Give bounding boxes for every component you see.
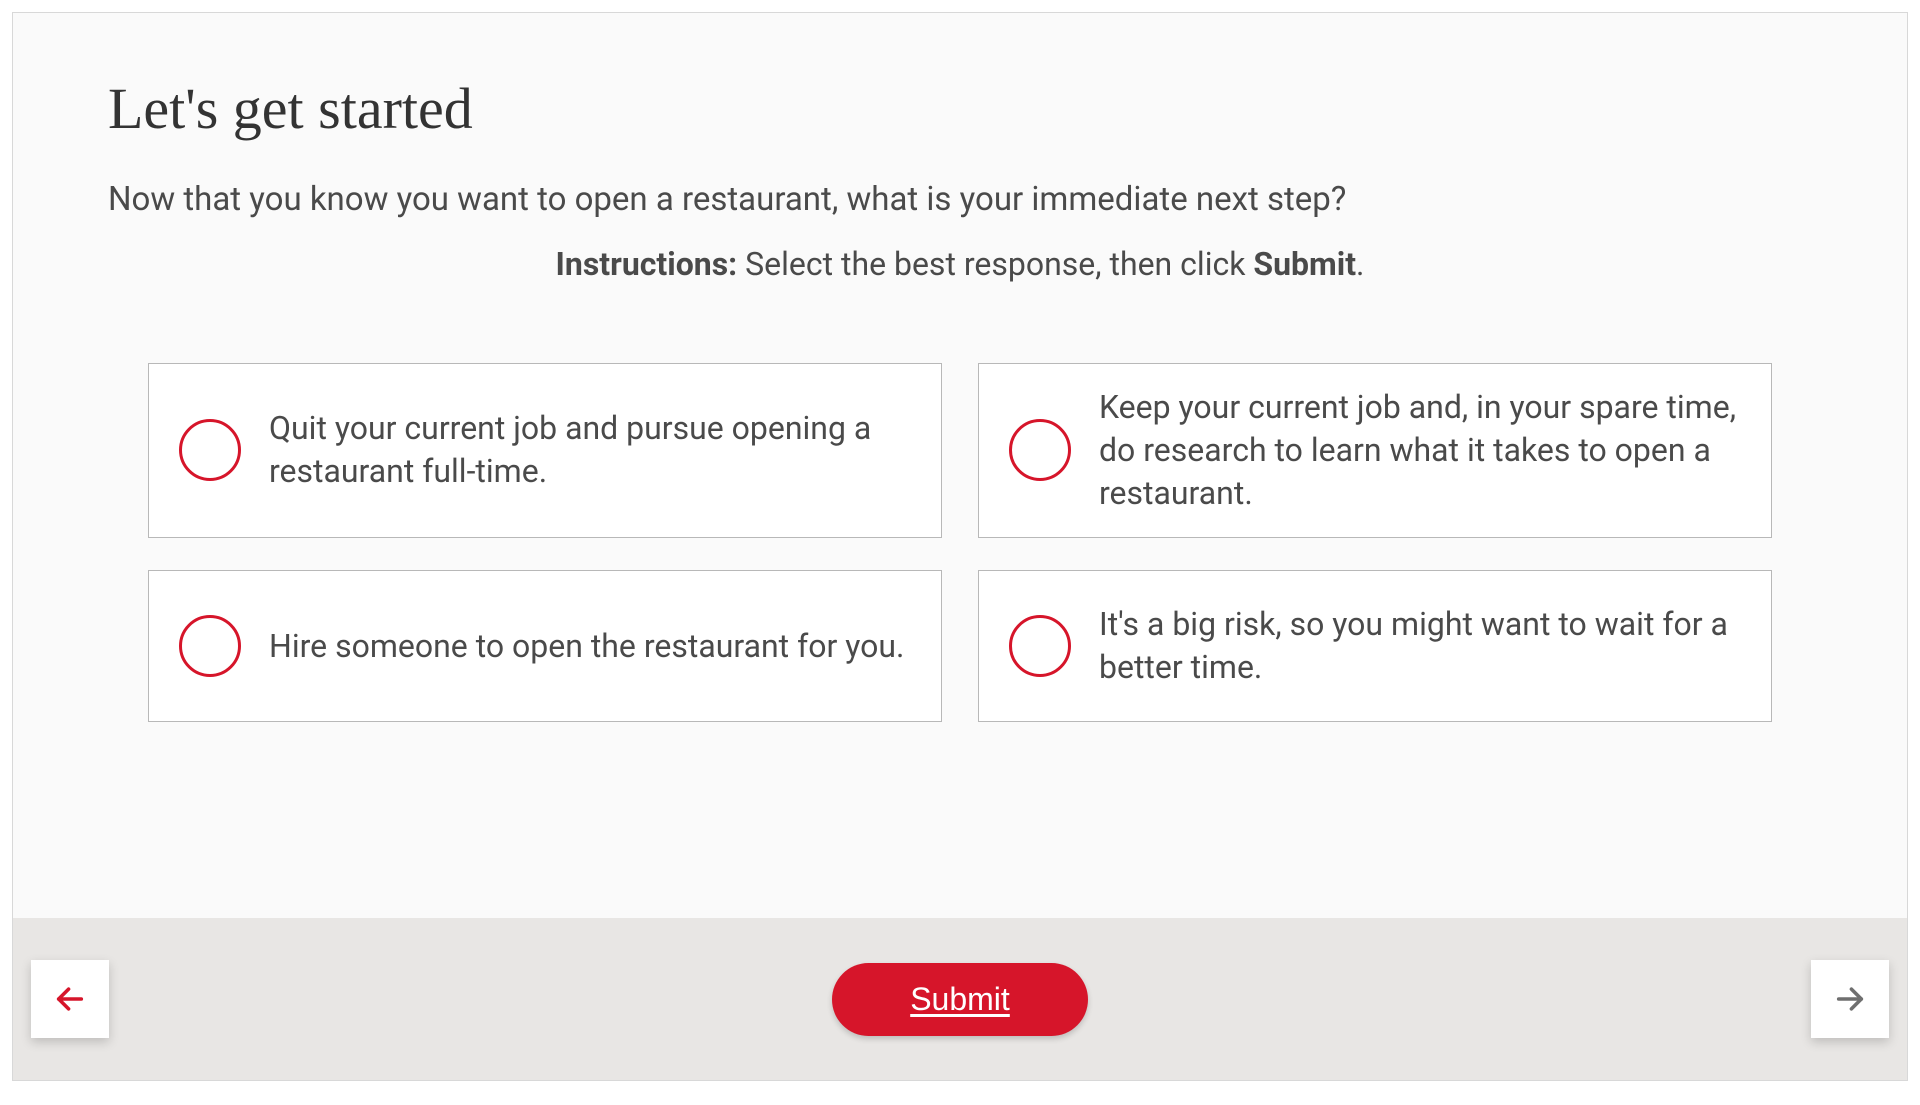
instructions-submit-word: Submit: [1253, 245, 1356, 283]
option-card-2[interactable]: Hire someone to open the restaurant for …: [148, 570, 942, 722]
radio-icon: [1009, 615, 1071, 677]
option-text: Quit your current job and pursue opening…: [269, 407, 911, 493]
page-title: Let's get started: [108, 75, 1812, 142]
option-text: It's a big risk, so you might want to wa…: [1099, 603, 1741, 689]
instructions-text: Select the best response, then click: [737, 245, 1253, 283]
radio-icon: [1009, 419, 1071, 481]
arrow-right-icon: [1833, 982, 1867, 1016]
instructions-label: Instructions:: [556, 245, 738, 283]
next-button[interactable]: [1811, 960, 1889, 1038]
option-text: Hire someone to open the restaurant for …: [269, 625, 904, 668]
previous-button[interactable]: [31, 960, 109, 1038]
footer-bar: Submit: [13, 918, 1907, 1080]
quiz-frame: Let's get started Now that you know you …: [12, 12, 1908, 1081]
question-text: Now that you know you want to open a res…: [108, 178, 1812, 223]
arrow-left-icon: [53, 982, 87, 1016]
submit-button[interactable]: Submit: [832, 963, 1088, 1036]
radio-icon: [179, 615, 241, 677]
radio-icon: [179, 419, 241, 481]
option-card-3[interactable]: It's a big risk, so you might want to wa…: [978, 570, 1772, 722]
content-area: Let's get started Now that you know you …: [13, 13, 1907, 918]
instructions-period: .: [1356, 245, 1364, 283]
option-card-1[interactable]: Keep your current job and, in your spare…: [978, 363, 1772, 539]
option-text: Keep your current job and, in your spare…: [1099, 386, 1741, 516]
instructions-line: Instructions: Select the best response, …: [108, 245, 1812, 283]
options-grid: Quit your current job and pursue opening…: [108, 363, 1812, 723]
option-card-0[interactable]: Quit your current job and pursue opening…: [148, 363, 942, 539]
